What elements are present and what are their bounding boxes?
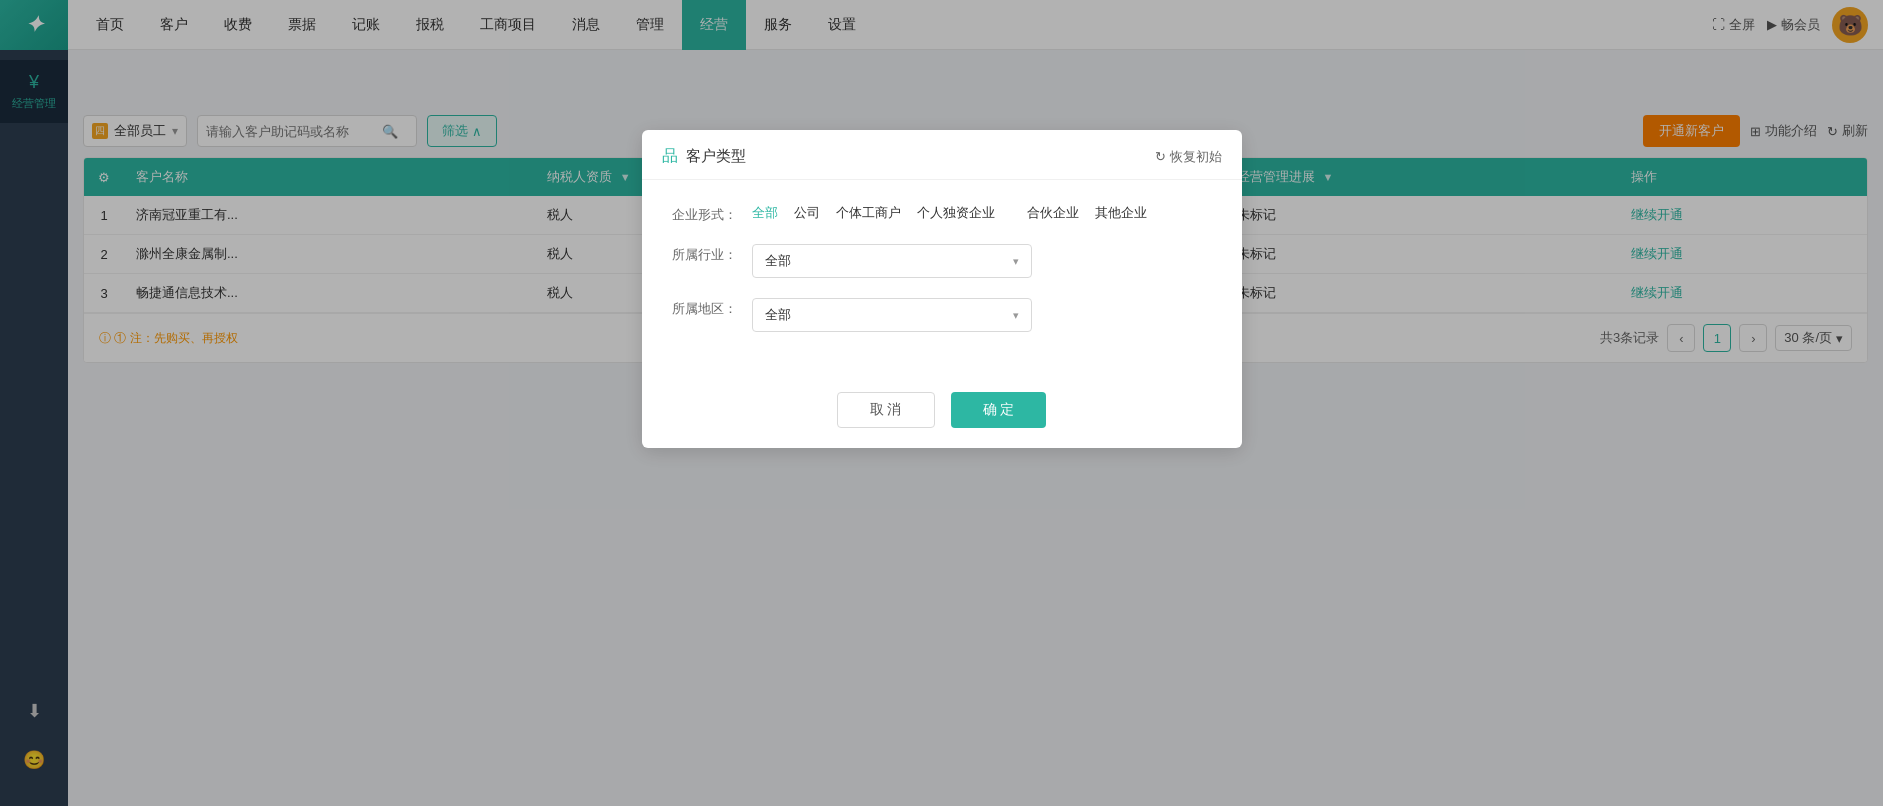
enterprise-option-partnership[interactable]: 合伙企业 xyxy=(1027,204,1079,222)
enterprise-label: 企业形式： xyxy=(672,204,752,224)
modal-body: 企业形式： 全部 公司 个体工商户 个人独资企业 合伙企业 其他企业 所属行业： xyxy=(642,180,1242,376)
enterprise-option-other[interactable]: 其他企业 xyxy=(1095,204,1147,222)
modal-footer: 取 消 确 定 xyxy=(642,376,1242,448)
region-value: 全部 xyxy=(765,306,791,324)
enterprise-radio-group: 全部 公司 个体工商户 个人独资企业 合伙企业 其他企业 xyxy=(752,204,1212,222)
industry-form-row: 所属行业： 全部 ▾ xyxy=(672,244,1212,278)
reset-icon: ↻ xyxy=(1155,149,1166,164)
modal-overlay: 品 客户类型 ↻ 恢复初始 企业形式： 全部 公司 个体工商户 个人独资企业 xyxy=(0,0,1883,806)
modal-reset-button[interactable]: ↻ 恢复初始 xyxy=(1155,148,1222,166)
enterprise-option-company[interactable]: 公司 xyxy=(794,204,820,222)
region-arrow-icon: ▾ xyxy=(1013,309,1019,322)
confirm-button[interactable]: 确 定 xyxy=(951,392,1047,428)
industry-select[interactable]: 全部 ▾ xyxy=(752,244,1032,278)
filter-modal: 品 客户类型 ↻ 恢复初始 企业形式： 全部 公司 个体工商户 个人独资企业 xyxy=(642,130,1242,448)
region-label: 所属地区： xyxy=(672,298,752,318)
industry-arrow-icon: ▾ xyxy=(1013,255,1019,268)
enterprise-option-all[interactable]: 全部 xyxy=(752,204,778,222)
region-form-row: 所属地区： 全部 ▾ xyxy=(672,298,1212,332)
enterprise-form-row: 企业形式： 全部 公司 个体工商户 个人独资企业 合伙企业 其他企业 xyxy=(672,204,1212,224)
modal-title: 品 客户类型 xyxy=(662,146,746,167)
region-select[interactable]: 全部 ▾ xyxy=(752,298,1032,332)
enterprise-option-individual[interactable]: 个体工商户 xyxy=(836,204,901,222)
modal-title-text: 客户类型 xyxy=(686,147,746,166)
industry-label: 所属行业： xyxy=(672,244,752,264)
enterprise-options: 全部 公司 个体工商户 个人独资企业 合伙企业 其他企业 xyxy=(752,204,1212,222)
modal-title-icon: 品 xyxy=(662,146,678,167)
modal-header: 品 客户类型 ↻ 恢复初始 xyxy=(642,130,1242,180)
industry-content: 全部 ▾ xyxy=(752,244,1212,278)
industry-value: 全部 xyxy=(765,252,791,270)
cancel-button[interactable]: 取 消 xyxy=(837,392,935,428)
region-content: 全部 ▾ xyxy=(752,298,1212,332)
enterprise-option-sole[interactable]: 个人独资企业 xyxy=(917,204,995,222)
